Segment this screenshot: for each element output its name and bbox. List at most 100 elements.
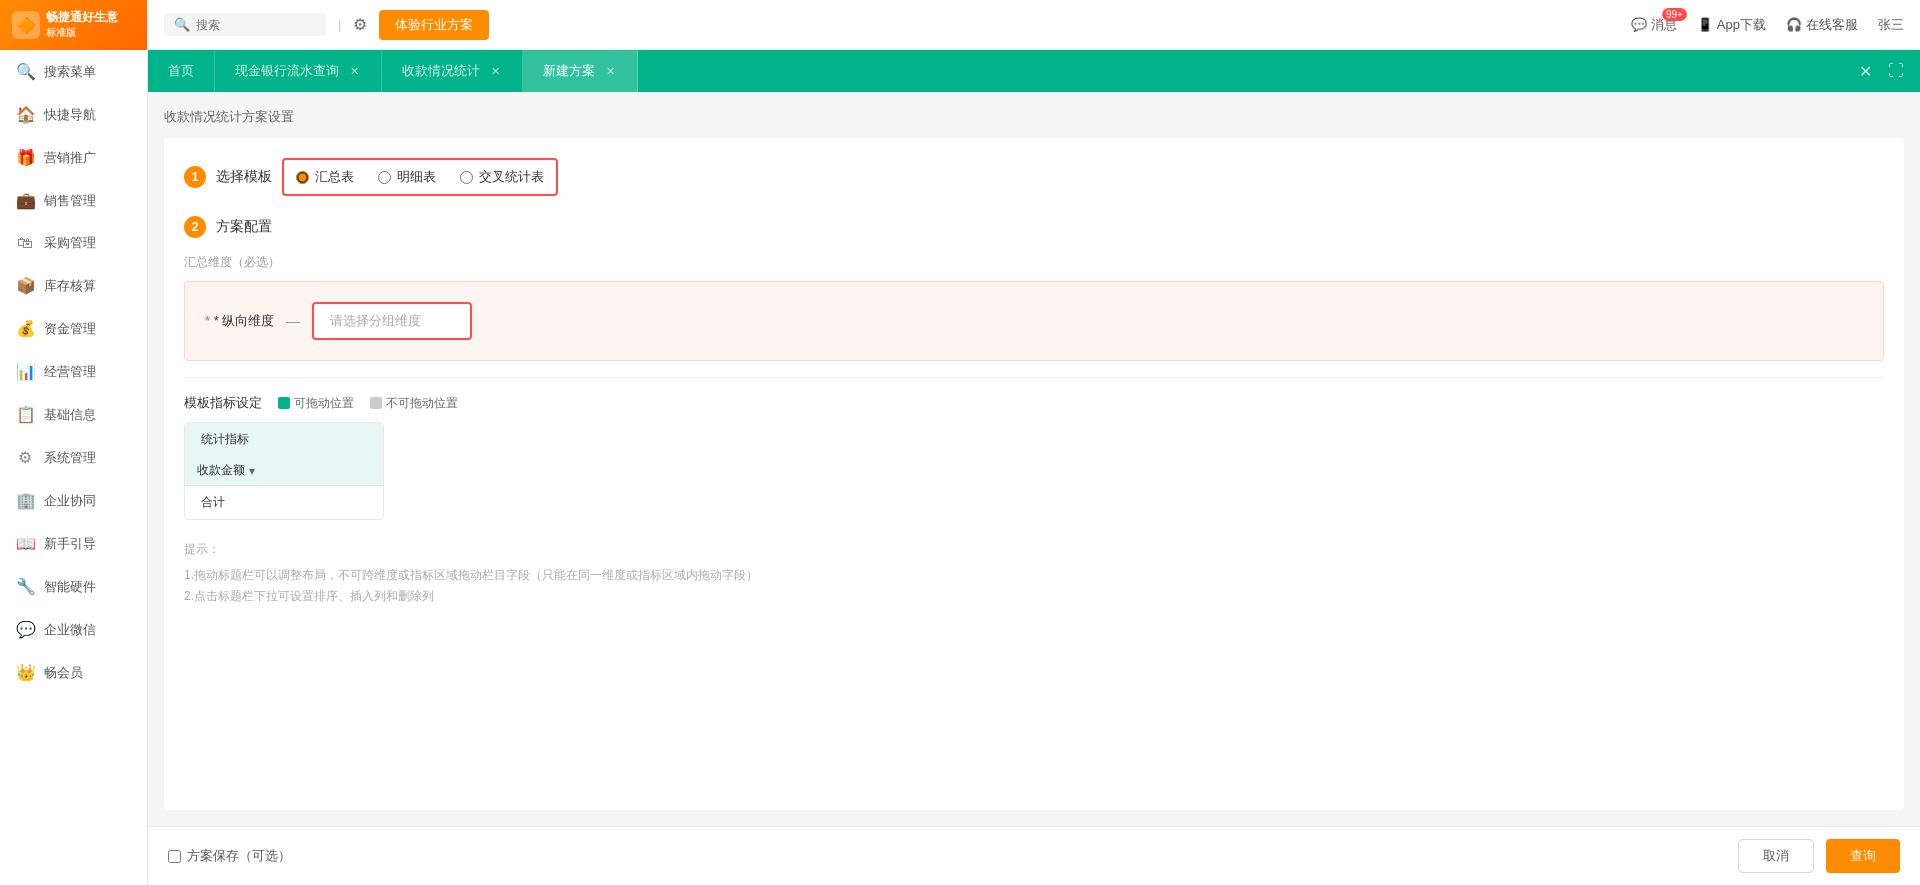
tab-close-collection-stats[interactable]: ✕ bbox=[488, 64, 502, 78]
nav-label-basic-info: 基础信息 bbox=[44, 406, 96, 424]
sidebar-item-basic-info[interactable]: 📋 基础信息 bbox=[0, 393, 147, 436]
sidebar-nav: 🔍 搜索菜单 🏠快捷导航🎁营销推广💼销售管理🛍采购管理 📦 库存核算 💰资金管理 📊 经营管理… bbox=[0, 50, 147, 885]
logo-icon: 🔶 bbox=[12, 11, 40, 39]
metrics-category-header: 统计指标 bbox=[185, 423, 383, 456]
sidebar-item-enterprise[interactable]: 🏢企业协同 bbox=[0, 479, 147, 522]
tip2: 2.点击标题栏下拉可设置排序、插入列和删除列 bbox=[184, 586, 1884, 608]
nav-icon-basic-info: 📋 bbox=[16, 405, 34, 424]
template-cross[interactable]: 交叉统计表 bbox=[460, 168, 544, 186]
step2-number: 2 bbox=[184, 216, 206, 238]
nav-icon-operation: 📊 bbox=[16, 362, 34, 381]
nav-label-system: 系统管理 bbox=[44, 449, 96, 467]
user-info[interactable]: 张三 bbox=[1878, 16, 1904, 34]
nav-label-wechat: 企业微信 bbox=[44, 621, 96, 639]
nav-label-member: 畅会员 bbox=[44, 664, 83, 682]
nav-icon-inventory: 📦 bbox=[16, 276, 34, 295]
nav-icon-enterprise: 🏢 bbox=[16, 491, 34, 510]
search-input[interactable] bbox=[196, 18, 316, 32]
tab-collection-stats[interactable]: 收款情况统计 ✕ bbox=[382, 50, 523, 92]
dimension-area: * * 纵向维度 — 请选择分组维度 bbox=[184, 281, 1884, 361]
download-button[interactable]: 📱 App下载 bbox=[1697, 16, 1766, 34]
header: 🔍 | ⚙ 体验行业方案 💬 消息 99+ 📱 App下载 🎧 在线客服 张三 bbox=[148, 0, 1920, 50]
sidebar-item-wechat[interactable]: 💬企业微信 bbox=[0, 608, 147, 651]
header-search-box[interactable]: 🔍 bbox=[164, 13, 326, 36]
service-button[interactable]: 🎧 在线客服 bbox=[1786, 16, 1858, 34]
service-icon: 🎧 bbox=[1786, 17, 1802, 32]
tips-section: 提示： 1.拖动标题栏可以调整布局，不可跨维度或指标区域拖动栏目字段（只能在同一… bbox=[184, 539, 1884, 608]
nav-icon-quick-nav: 🏠 bbox=[16, 105, 34, 124]
user-name: 张三 bbox=[1878, 16, 1904, 34]
template-detail[interactable]: 明细表 bbox=[378, 168, 436, 186]
nav-icon-marketing: 🎁 bbox=[16, 148, 34, 167]
sidebar-item-quick-nav[interactable]: 🏠快捷导航 bbox=[0, 93, 147, 136]
settings-icon[interactable]: ⚙ bbox=[353, 15, 367, 34]
sidebar-item-hardware[interactable]: 🔧智能硬件 bbox=[0, 565, 147, 608]
step2-section: 2 方案配置 汇总维度（必选） * * 纵向维度 — 请选择分组维度 bbox=[184, 216, 1884, 608]
nav-icon-search-menu: 🔍 bbox=[16, 62, 34, 81]
tab-close-cash-flow[interactable]: ✕ bbox=[347, 64, 361, 78]
nav-label-operation: 经营管理 bbox=[44, 363, 96, 381]
sidebar-item-marketing[interactable]: 🎁营销推广 bbox=[0, 136, 147, 179]
save-option[interactable]: 方案保存（可选） bbox=[168, 847, 291, 865]
logo-text: 畅捷通好生意 标准版 bbox=[46, 10, 118, 40]
sidebar-item-inventory[interactable]: 📦 库存核算 bbox=[0, 264, 147, 307]
radio-summary[interactable] bbox=[296, 171, 309, 184]
template-summary[interactable]: 汇总表 bbox=[296, 168, 354, 186]
sidebar-item-finance[interactable]: 💰资金管理 bbox=[0, 307, 147, 350]
summary-label: 汇总表 bbox=[315, 168, 354, 186]
cross-label: 交叉统计表 bbox=[479, 168, 544, 186]
sidebar-item-sales[interactable]: 💼销售管理 bbox=[0, 179, 147, 222]
trial-button[interactable]: 体验行业方案 bbox=[379, 10, 489, 40]
sidebar-item-system[interactable]: ⚙ 系统管理 bbox=[0, 436, 147, 479]
save-checkbox[interactable] bbox=[168, 850, 181, 863]
nav-label-search-menu: 搜索菜单 bbox=[44, 63, 96, 81]
dimension-select[interactable]: 请选择分组维度 bbox=[312, 302, 472, 340]
draggable-badge bbox=[278, 397, 290, 409]
template-options: 汇总表 明细表 交叉统计表 bbox=[282, 158, 558, 196]
dropdown-icon[interactable]: ▾ bbox=[249, 464, 255, 478]
radio-detail[interactable] bbox=[378, 171, 391, 184]
query-button[interactable]: 查询 bbox=[1826, 839, 1900, 873]
tab-home[interactable]: 首页 bbox=[148, 50, 215, 92]
sidebar-item-purchase[interactable]: 🛍采购管理 bbox=[0, 222, 147, 264]
tab-close-new-plan[interactable]: ✕ bbox=[603, 64, 617, 78]
metrics-table: 统计指标 收款金额 ▾ 合计 bbox=[184, 422, 384, 520]
tab-label-collection-stats: 收款情况统计 bbox=[402, 62, 480, 80]
metrics-col-header: 收款金额 ▾ bbox=[185, 456, 383, 486]
nav-label-purchase: 采购管理 bbox=[44, 234, 96, 252]
nav-icon-member: 👑 bbox=[16, 663, 34, 682]
vertical-dim-label: * * 纵向维度 bbox=[205, 312, 274, 330]
close-tab-icon[interactable]: ✕ bbox=[1855, 58, 1876, 85]
tab-label-home: 首页 bbox=[168, 62, 194, 80]
download-icon: 📱 bbox=[1697, 17, 1713, 32]
nav-icon-system: ⚙ bbox=[16, 448, 34, 467]
nav-icon-hardware: 🔧 bbox=[16, 577, 34, 596]
nav-icon-sales: 💼 bbox=[16, 191, 34, 210]
header-divider: | bbox=[338, 17, 341, 32]
radio-cross[interactable] bbox=[460, 171, 473, 184]
arrow-right-icon: — bbox=[286, 313, 300, 329]
tab-label-cash-flow: 现金银行流水查询 bbox=[235, 62, 339, 80]
metrics-total-cell: 合计 bbox=[185, 486, 383, 519]
sidebar-item-member[interactable]: 👑 畅会员 bbox=[0, 651, 147, 694]
nav-label-inventory: 库存核算 bbox=[44, 277, 96, 295]
tips-title: 提示： bbox=[184, 539, 1884, 561]
step1-title: 选择模板 bbox=[216, 168, 272, 186]
step1-number: 1 bbox=[184, 166, 206, 188]
message-button[interactable]: 💬 消息 99+ bbox=[1631, 16, 1677, 34]
bottom-buttons: 取消 查询 bbox=[1738, 839, 1900, 873]
message-icon: 💬 bbox=[1631, 17, 1647, 32]
detail-label: 明细表 bbox=[397, 168, 436, 186]
sidebar: 🔶 畅捷通好生意 标准版 🔍 搜索菜单 🏠快捷导航🎁营销推广💼销售管理🛍采购管理 📦 库… bbox=[0, 0, 148, 885]
tab-new-plan[interactable]: 新建方案✕ bbox=[523, 50, 638, 92]
maximize-icon[interactable]: ⛶ bbox=[1884, 58, 1908, 84]
main-card: 1 选择模板 汇总表 明细表 交叉统计表 bbox=[164, 138, 1904, 810]
sidebar-item-operation[interactable]: 📊 经营管理 bbox=[0, 350, 147, 393]
cancel-button[interactable]: 取消 bbox=[1738, 839, 1814, 873]
step2-title: 方案配置 bbox=[216, 218, 272, 236]
tabs-controls: ✕ ⛶ bbox=[1855, 58, 1920, 85]
tab-cash-flow[interactable]: 现金银行流水查询 ✕ bbox=[215, 50, 382, 92]
sidebar-item-guide[interactable]: 📖新手引导 bbox=[0, 522, 147, 565]
sidebar-item-search-menu[interactable]: 🔍 搜索菜单 bbox=[0, 50, 147, 93]
page-title: 收款情况统计方案设置 bbox=[164, 108, 1904, 126]
